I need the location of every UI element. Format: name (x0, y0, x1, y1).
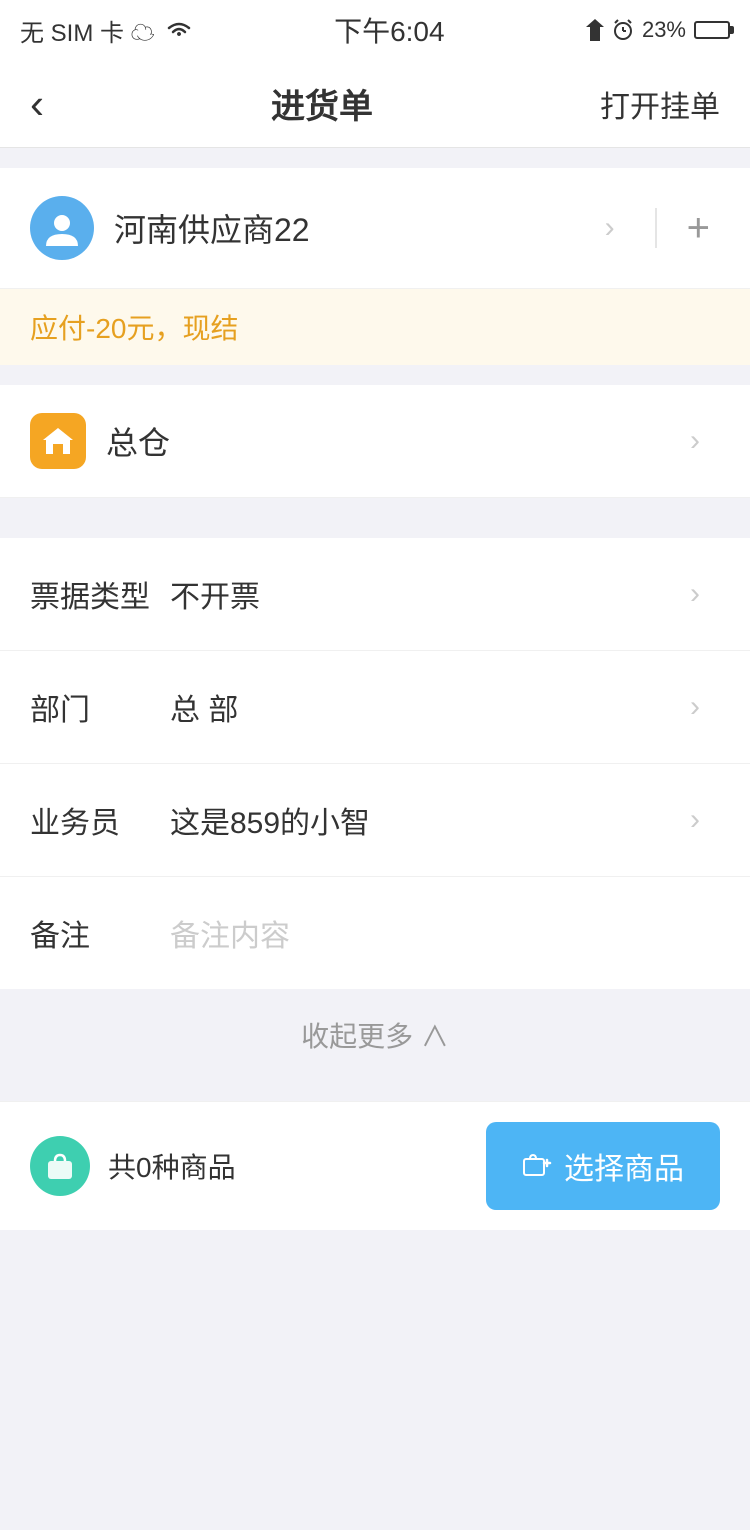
warehouse-row[interactable]: 总仓 › (0, 385, 750, 498)
notice-text: 应付-20元，现结 (30, 313, 238, 344)
status-right: 23% (586, 17, 730, 43)
product-bag-icon (30, 1136, 90, 1196)
note-row[interactable]: 备注 备注内容 (0, 877, 750, 989)
supplier-divider (655, 208, 657, 248)
supplier-section: 河南供应商22 › + 应付-20元，现结 (0, 168, 750, 365)
invoice-row[interactable]: 票据类型 不开票 › (0, 538, 750, 651)
invoice-label: 票据类型 (30, 572, 170, 616)
salesperson-label: 业务员 (30, 798, 170, 842)
invoice-chevron-icon: › (690, 577, 700, 611)
status-time: 下午6:04 (334, 10, 445, 50)
collapse-toggle[interactable]: 收起更多 ∧ (0, 989, 750, 1081)
product-count-text: 共0种商品 (108, 1146, 236, 1186)
person-icon (42, 208, 82, 248)
status-left: 无 SIM 卡 ☁ (20, 13, 193, 48)
department-chevron-icon: › (690, 690, 700, 724)
salesperson-chevron-icon: › (690, 803, 700, 837)
department-row[interactable]: 部门 总 部 › (0, 651, 750, 764)
notice-banner: 应付-20元，现结 (0, 289, 750, 365)
select-product-button[interactable]: 选择商品 (486, 1122, 720, 1210)
note-label: 备注 (30, 911, 170, 955)
alarm-icon (612, 19, 634, 41)
product-count-area: 共0种商品 (30, 1136, 236, 1196)
warehouse-icon (30, 413, 86, 469)
bag-icon (43, 1149, 77, 1183)
wifi-icon (165, 20, 193, 40)
supplier-chevron-icon: › (605, 211, 615, 245)
section-gap-3 (0, 498, 750, 518)
signal-text: 无 SIM 卡 ☁ (20, 13, 155, 48)
bottom-bar: 共0种商品 选择商品 (0, 1101, 750, 1230)
department-label: 部门 (30, 685, 170, 729)
battery-text: 23% (642, 17, 686, 43)
section-gap-2 (0, 365, 750, 385)
invoice-value: 不开票 (170, 572, 690, 616)
nav-bar: ‹ 进货单 打开挂单 (0, 60, 750, 148)
department-value: 总 部 (170, 685, 690, 729)
page-title: 进货单 (271, 79, 373, 128)
warehouse-name: 总仓 (106, 418, 690, 464)
back-button[interactable]: ‹ (30, 80, 44, 128)
salesperson-row[interactable]: 业务员 这是859的小智 › (0, 764, 750, 877)
battery-icon (694, 21, 730, 39)
supplier-row[interactable]: 河南供应商22 › + (0, 168, 750, 289)
gray-fill-area (0, 1230, 750, 1530)
supplier-avatar (30, 196, 94, 260)
status-bar: 无 SIM 卡 ☁ 下午6:04 23% (0, 0, 750, 60)
house-icon (41, 424, 75, 458)
select-product-label: 选择商品 (564, 1144, 684, 1188)
salesperson-value: 这是859的小智 (170, 798, 690, 842)
open-pending-button[interactable]: 打开挂单 (600, 82, 720, 126)
warehouse-chevron-icon: › (690, 424, 700, 458)
location-icon (586, 19, 604, 41)
collapse-label: 收起更多 ∧ (301, 1021, 449, 1052)
note-input[interactable]: 备注内容 (170, 911, 720, 955)
section-gap-1 (0, 148, 750, 168)
select-product-icon (522, 1153, 552, 1179)
form-section: 票据类型 不开票 › 部门 总 部 › 业务员 这是859的小智 › 备注 备注… (0, 538, 750, 989)
supplier-name: 河南供应商22 (114, 205, 605, 251)
add-supplier-button[interactable]: + (677, 206, 720, 251)
